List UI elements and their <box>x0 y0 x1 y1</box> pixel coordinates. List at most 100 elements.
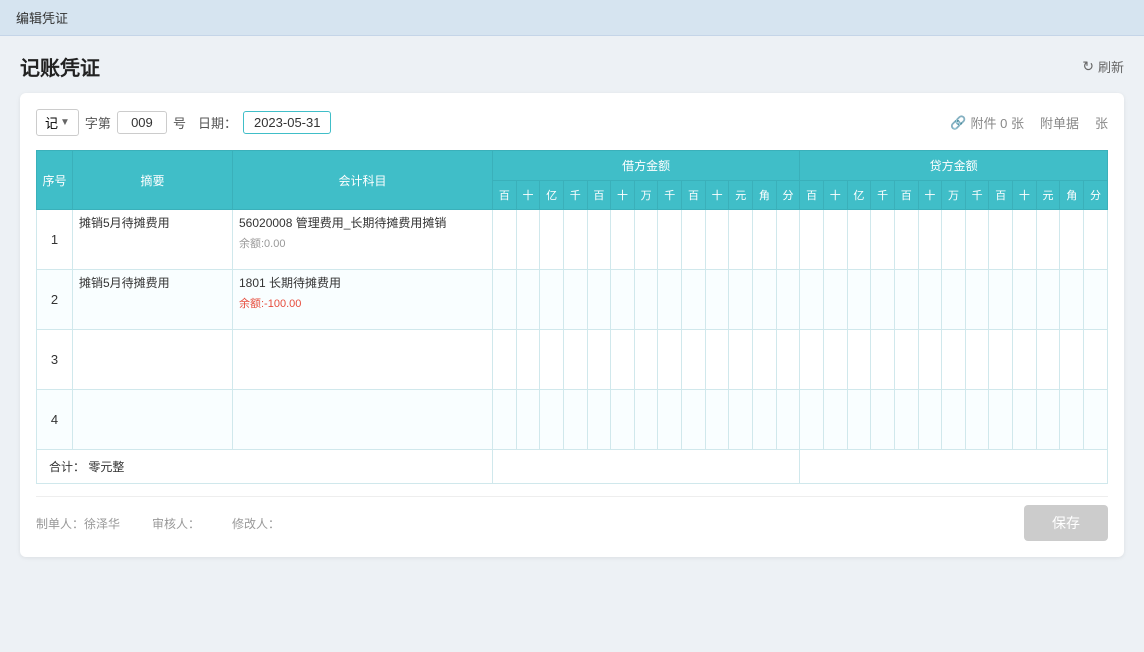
row4-c9[interactable] <box>1013 390 1037 450</box>
row3-c3[interactable] <box>871 330 895 390</box>
row3-summary[interactable] <box>73 330 233 390</box>
row4-c2[interactable] <box>847 390 871 450</box>
row2-c9[interactable] <box>1013 270 1037 330</box>
row1-c10[interactable] <box>1036 210 1060 270</box>
row2-account[interactable]: 1801 长期待摊费用 余额:-100.00 <box>233 270 493 330</box>
row1-c11[interactable] <box>1060 210 1084 270</box>
row4-c0[interactable] <box>800 390 824 450</box>
row2-d8[interactable] <box>682 270 706 330</box>
row4-d10[interactable] <box>729 390 753 450</box>
row1-d7[interactable] <box>658 210 682 270</box>
row1-account[interactable]: 56020008 管理费用_长期待摊费用摊销 余额:0.00 <box>233 210 493 270</box>
row2-c3[interactable] <box>871 270 895 330</box>
row4-c4[interactable] <box>894 390 918 450</box>
row2-c4[interactable] <box>894 270 918 330</box>
row1-d8[interactable] <box>682 210 706 270</box>
row4-c12[interactable] <box>1084 390 1108 450</box>
row4-d1[interactable] <box>516 390 540 450</box>
row4-d7[interactable] <box>658 390 682 450</box>
row1-d6[interactable] <box>634 210 658 270</box>
row3-d6[interactable] <box>634 330 658 390</box>
row3-account[interactable] <box>233 330 493 390</box>
row1-d11[interactable] <box>753 210 777 270</box>
row1-d0[interactable] <box>493 210 517 270</box>
row1-c0[interactable] <box>800 210 824 270</box>
row2-d6[interactable] <box>634 270 658 330</box>
row3-c9[interactable] <box>1013 330 1037 390</box>
row4-d11[interactable] <box>753 390 777 450</box>
row3-c0[interactable] <box>800 330 824 390</box>
row4-c11[interactable] <box>1060 390 1084 450</box>
row3-d2[interactable] <box>540 330 564 390</box>
row4-c6[interactable] <box>942 390 966 450</box>
row2-summary[interactable]: 摊销5月待摊费用 <box>73 270 233 330</box>
row4-d2[interactable] <box>540 390 564 450</box>
row3-d8[interactable] <box>682 330 706 390</box>
row1-d10[interactable] <box>729 210 753 270</box>
row2-c11[interactable] <box>1060 270 1084 330</box>
voucher-number-box[interactable]: 009 <box>117 111 167 134</box>
row2-c2[interactable] <box>847 270 871 330</box>
row3-d10[interactable] <box>729 330 753 390</box>
refresh-button[interactable]: ↻ 刷新 <box>1082 57 1124 76</box>
row3-d5[interactable] <box>611 330 635 390</box>
row4-c7[interactable] <box>965 390 989 450</box>
row3-d7[interactable] <box>658 330 682 390</box>
row3-c12[interactable] <box>1084 330 1108 390</box>
row1-c5[interactable] <box>918 210 942 270</box>
row1-d3[interactable] <box>563 210 587 270</box>
row1-d1[interactable] <box>516 210 540 270</box>
row3-d12[interactable] <box>776 330 800 390</box>
row2-c8[interactable] <box>989 270 1013 330</box>
row4-d4[interactable] <box>587 390 611 450</box>
row3-d0[interactable] <box>493 330 517 390</box>
row1-c12[interactable] <box>1084 210 1108 270</box>
row2-d12[interactable] <box>776 270 800 330</box>
date-input[interactable]: 2023-05-31 <box>243 111 332 134</box>
future-date-button[interactable]: 附单据 <box>1040 113 1079 132</box>
row3-c6[interactable] <box>942 330 966 390</box>
attachment-button[interactable]: 🔗 附件 0 张 <box>950 113 1024 132</box>
row4-d8[interactable] <box>682 390 706 450</box>
row2-d7[interactable] <box>658 270 682 330</box>
row3-d4[interactable] <box>587 330 611 390</box>
row3-c8[interactable] <box>989 330 1013 390</box>
row3-c4[interactable] <box>894 330 918 390</box>
row2-c6[interactable] <box>942 270 966 330</box>
save-button[interactable]: 保存 <box>1024 505 1108 541</box>
row2-d4[interactable] <box>587 270 611 330</box>
row1-c6[interactable] <box>942 210 966 270</box>
row1-summary[interactable]: 摊销5月待摊费用 <box>73 210 233 270</box>
row2-d3[interactable] <box>563 270 587 330</box>
row2-d9[interactable] <box>705 270 729 330</box>
row1-d9[interactable] <box>705 210 729 270</box>
row4-c3[interactable] <box>871 390 895 450</box>
row1-c7[interactable] <box>965 210 989 270</box>
row3-c5[interactable] <box>918 330 942 390</box>
row1-d5[interactable] <box>611 210 635 270</box>
row1-c9[interactable] <box>1013 210 1037 270</box>
row2-d10[interactable] <box>729 270 753 330</box>
row2-d5[interactable] <box>611 270 635 330</box>
row1-d12[interactable] <box>776 210 800 270</box>
row1-c2[interactable] <box>847 210 871 270</box>
row3-d9[interactable] <box>705 330 729 390</box>
row3-c1[interactable] <box>823 330 847 390</box>
voucher-type-button[interactable]: 记 ▼ <box>36 109 79 136</box>
row2-c7[interactable] <box>965 270 989 330</box>
row2-c12[interactable] <box>1084 270 1108 330</box>
row1-c3[interactable] <box>871 210 895 270</box>
row2-d1[interactable] <box>516 270 540 330</box>
row4-d3[interactable] <box>563 390 587 450</box>
row4-c8[interactable] <box>989 390 1013 450</box>
row1-c8[interactable] <box>989 210 1013 270</box>
row3-d3[interactable] <box>563 330 587 390</box>
row2-d2[interactable] <box>540 270 564 330</box>
row3-c10[interactable] <box>1036 330 1060 390</box>
row4-c1[interactable] <box>823 390 847 450</box>
row1-d2[interactable] <box>540 210 564 270</box>
row3-d11[interactable] <box>753 330 777 390</box>
row3-d1[interactable] <box>516 330 540 390</box>
row3-c7[interactable] <box>965 330 989 390</box>
row4-c5[interactable] <box>918 390 942 450</box>
